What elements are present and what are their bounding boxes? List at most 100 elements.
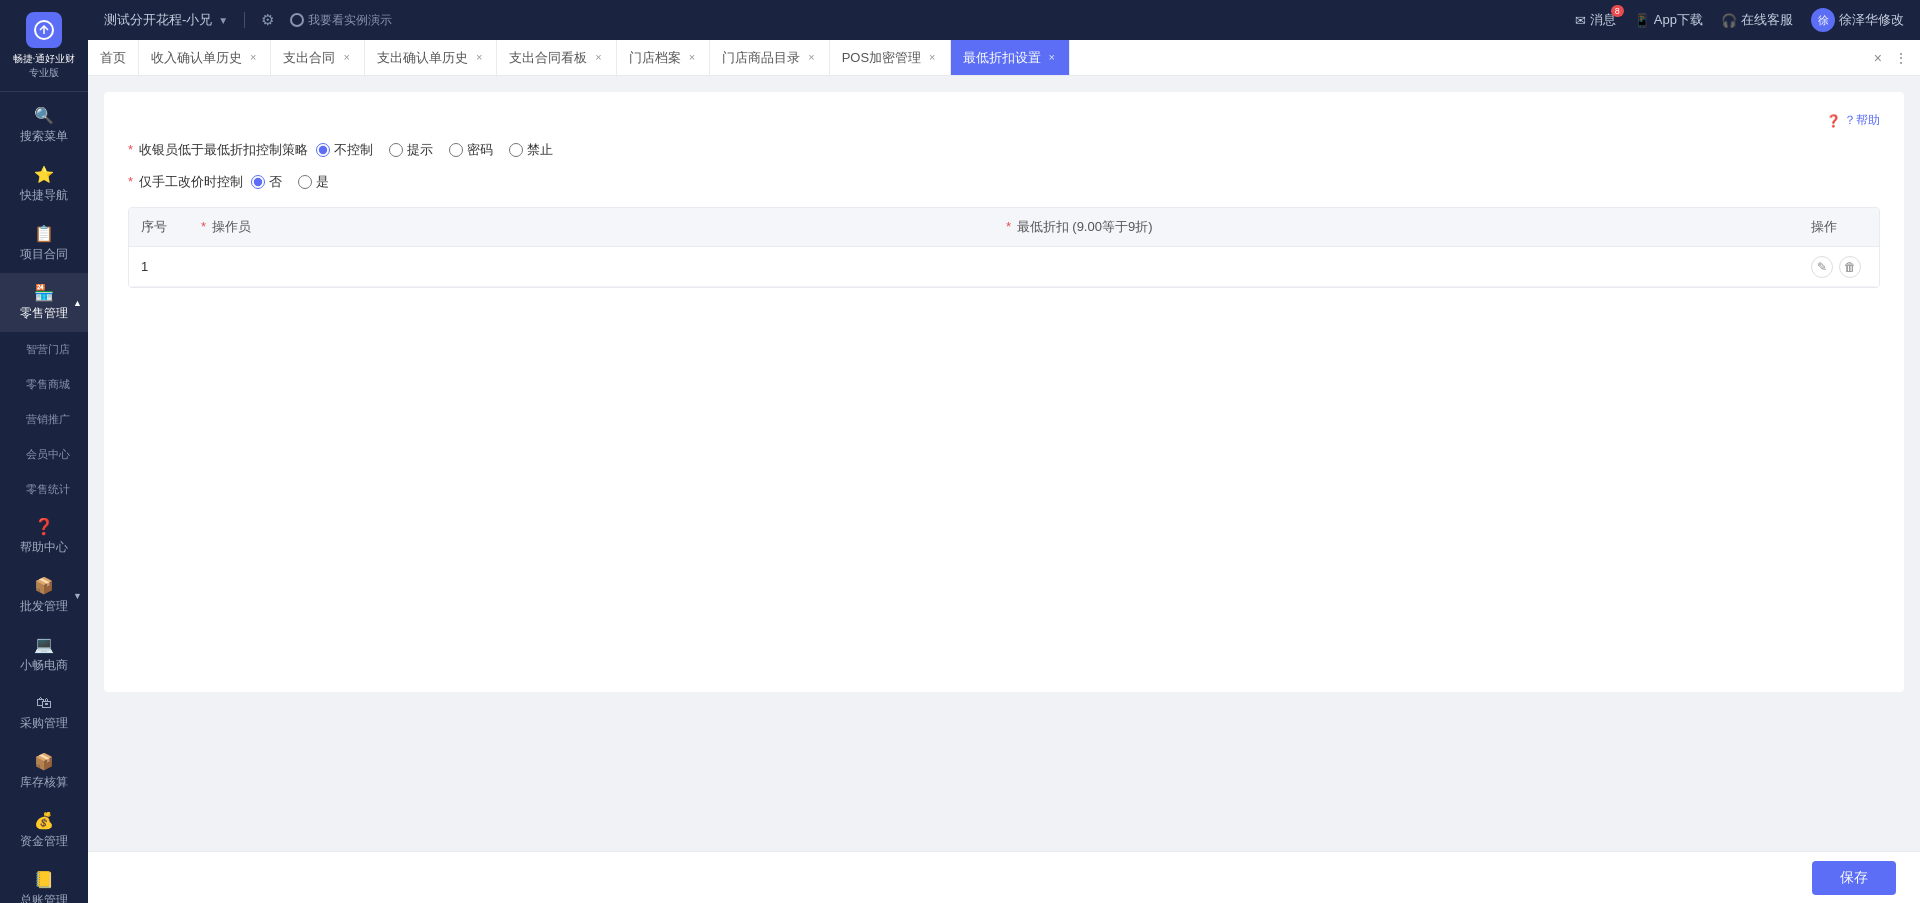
tab-close-icon[interactable]: ×: [687, 51, 697, 64]
main-area: 测试分开花程-小兄 ▼ ⚙ 我要看实例演示 ✉ 消息 8 📱 App下载 🎧 在…: [88, 0, 1920, 903]
sidebar-item-project-contract[interactable]: 📋 项目合同: [0, 214, 88, 273]
trash-icon: 🗑: [1844, 260, 1856, 274]
edit-row-button[interactable]: ✎: [1811, 256, 1833, 278]
avatar: 徐: [1811, 8, 1835, 32]
sidebar-item-member-center[interactable]: 会员中心: [0, 437, 88, 472]
sidebar-item-help-center[interactable]: ❓ 帮助中心: [0, 507, 88, 566]
edit-icon: ✎: [1817, 260, 1827, 274]
tab-pos-manage[interactable]: POS加密管理 ×: [830, 40, 951, 75]
tab-store-file[interactable]: 门店档案 ×: [617, 40, 710, 75]
sidebar-item-ledger[interactable]: 📒 总账管理: [0, 860, 88, 903]
topbar-project-name: 测试分开花程-小兄: [104, 11, 212, 29]
option-password[interactable]: 密码: [449, 141, 493, 159]
discount-strategy-options: 不控制 提示 密码 禁止: [316, 141, 553, 159]
discount-table: 序号 * 操作员 * 最低折扣 (9.00等于9折) 操作: [128, 207, 1880, 288]
delete-row-button[interactable]: 🗑: [1839, 256, 1861, 278]
sidebar-item-marketing[interactable]: 营销推广: [0, 402, 88, 437]
sidebar-item-search[interactable]: 🔍 搜索菜单: [0, 96, 88, 155]
topbar-demo[interactable]: 我要看实例演示: [290, 12, 392, 29]
tab-payment-confirm[interactable]: 支出确认单历史 ×: [365, 40, 497, 75]
search-icon: 🔍: [34, 106, 54, 125]
topbar: 测试分开花程-小兄 ▼ ⚙ 我要看实例演示 ✉ 消息 8 📱 App下载 🎧 在…: [88, 0, 1920, 40]
sidebar-logo-text: 畅捷·通好业财 专业版: [13, 52, 76, 79]
radio-forbid[interactable]: [509, 143, 523, 157]
option-yes[interactable]: 是: [298, 173, 329, 191]
td-min-discount[interactable]: [994, 251, 1799, 282]
content-area: ❓ ？帮助 * 收银员低于最低折扣控制策略 不控制: [88, 76, 1920, 851]
tab-payment-contract[interactable]: 支出合同 ×: [271, 40, 364, 75]
app-icon: 📱: [1634, 13, 1650, 28]
tabs-close-icon[interactable]: ×: [1870, 48, 1886, 68]
topbar-project[interactable]: 测试分开花程-小兄 ▼: [104, 11, 228, 29]
package-icon: 📦: [34, 576, 54, 595]
tab-store-products[interactable]: 门店商品目录 ×: [710, 40, 829, 75]
star-icon: ⭐: [34, 165, 54, 184]
message-icon: ✉: [1575, 13, 1586, 28]
tab-close-active-icon[interactable]: ×: [1047, 51, 1057, 64]
sidebar-logo: 畅捷·通好业财 专业版: [0, 0, 88, 92]
tabs-controls: × ⋮: [1862, 48, 1920, 68]
sidebar-item-retail-mall[interactable]: 零售商城: [0, 367, 88, 402]
topbar-user[interactable]: 徐 徐泽华修改: [1811, 8, 1904, 32]
sidebar-item-smart-store[interactable]: 智营门店: [0, 332, 88, 367]
sidebar-badge: 专业版: [13, 66, 76, 79]
sidebar-item-ecommerce[interactable]: 💻 小畅电商: [0, 625, 88, 684]
sidebar-item-inventory[interactable]: 📦 库存核算: [0, 742, 88, 801]
option-forbid[interactable]: 禁止: [509, 141, 553, 159]
sidebar-item-purchase-mgmt[interactable]: 🛍 采购管理: [0, 684, 88, 742]
tabs-bar: 首页 收入确认单历史 × 支出合同 × 支出确认单历史 × 支出合同看板 × 门…: [88, 40, 1920, 76]
tabs-more-icon[interactable]: ⋮: [1890, 48, 1912, 68]
tab-close-icon[interactable]: ×: [341, 51, 351, 64]
money-icon: 💰: [34, 811, 54, 830]
th-seq: 序号: [129, 208, 189, 246]
option-no-control[interactable]: 不控制: [316, 141, 373, 159]
store-icon: 🏪: [34, 283, 54, 302]
option-hint[interactable]: 提示: [389, 141, 433, 159]
chevron-down-icon: ▼: [73, 591, 82, 601]
sidebar-item-finance[interactable]: 💰 资金管理: [0, 801, 88, 860]
radio-password[interactable]: [449, 143, 463, 157]
required-star: *: [128, 142, 133, 157]
tab-close-icon[interactable]: ×: [593, 51, 603, 64]
sidebar-item-retail-mgmt[interactable]: 🏪 零售管理 ▲: [0, 273, 88, 332]
option-no[interactable]: 否: [251, 173, 282, 191]
tab-close-icon[interactable]: ×: [927, 51, 937, 64]
tab-min-discount[interactable]: 最低折扣设置 ×: [951, 40, 1070, 75]
sidebar-item-quick-nav[interactable]: ⭐ 快捷导航: [0, 155, 88, 214]
topbar-message[interactable]: ✉ 消息 8: [1575, 11, 1616, 29]
td-actions: ✎ 🗑: [1799, 248, 1879, 286]
th-actions: 操作: [1799, 208, 1879, 246]
td-operator[interactable]: [189, 251, 994, 282]
shopping-icon: 🛍: [36, 694, 52, 712]
ledger-icon: 📒: [34, 870, 54, 889]
page-panel: ❓ ？帮助 * 收银员低于最低折扣控制策略 不控制: [104, 92, 1904, 692]
table-header: 序号 * 操作员 * 最低折扣 (9.00等于9折) 操作: [129, 208, 1879, 247]
radio-manual-no[interactable]: [251, 175, 265, 189]
manual-price-options: 否 是: [251, 173, 329, 191]
sidebar-item-batch-mgmt[interactable]: 📦 批发管理 ▼: [0, 566, 88, 625]
topbar-online-support[interactable]: 🎧 在线客服: [1721, 11, 1793, 29]
help-link[interactable]: ❓ ？帮助: [1826, 112, 1880, 129]
topbar-settings-icon[interactable]: ⚙: [261, 11, 274, 29]
tab-home[interactable]: 首页: [88, 40, 139, 75]
topbar-divider: [244, 12, 245, 28]
sidebar-item-retail-stats[interactable]: 零售统计: [0, 472, 88, 507]
radio-manual-yes[interactable]: [298, 175, 312, 189]
topbar-right: ✉ 消息 8 📱 App下载 🎧 在线客服 徐 徐泽华修改: [1575, 8, 1904, 32]
dropdown-arrow-icon: ▼: [218, 15, 228, 26]
tab-payment-board[interactable]: 支出合同看板 ×: [497, 40, 616, 75]
min-discount-input[interactable]: [1006, 259, 1787, 274]
th-operator: * 操作员: [189, 208, 994, 246]
tab-close-icon[interactable]: ×: [474, 51, 484, 64]
topbar-app-download[interactable]: 📱 App下载: [1634, 11, 1703, 29]
tab-income-confirm[interactable]: 收入确认单历史 ×: [139, 40, 271, 75]
tab-close-icon[interactable]: ×: [806, 51, 816, 64]
radio-hint[interactable]: [389, 143, 403, 157]
tab-close-icon[interactable]: ×: [248, 51, 258, 64]
radio-no-control[interactable]: [316, 143, 330, 157]
operator-input[interactable]: [201, 259, 982, 274]
logo-icon: [26, 12, 62, 48]
save-button[interactable]: 保存: [1812, 861, 1896, 895]
help-icon: ❓: [34, 517, 54, 536]
demo-circle-icon: [290, 13, 304, 27]
